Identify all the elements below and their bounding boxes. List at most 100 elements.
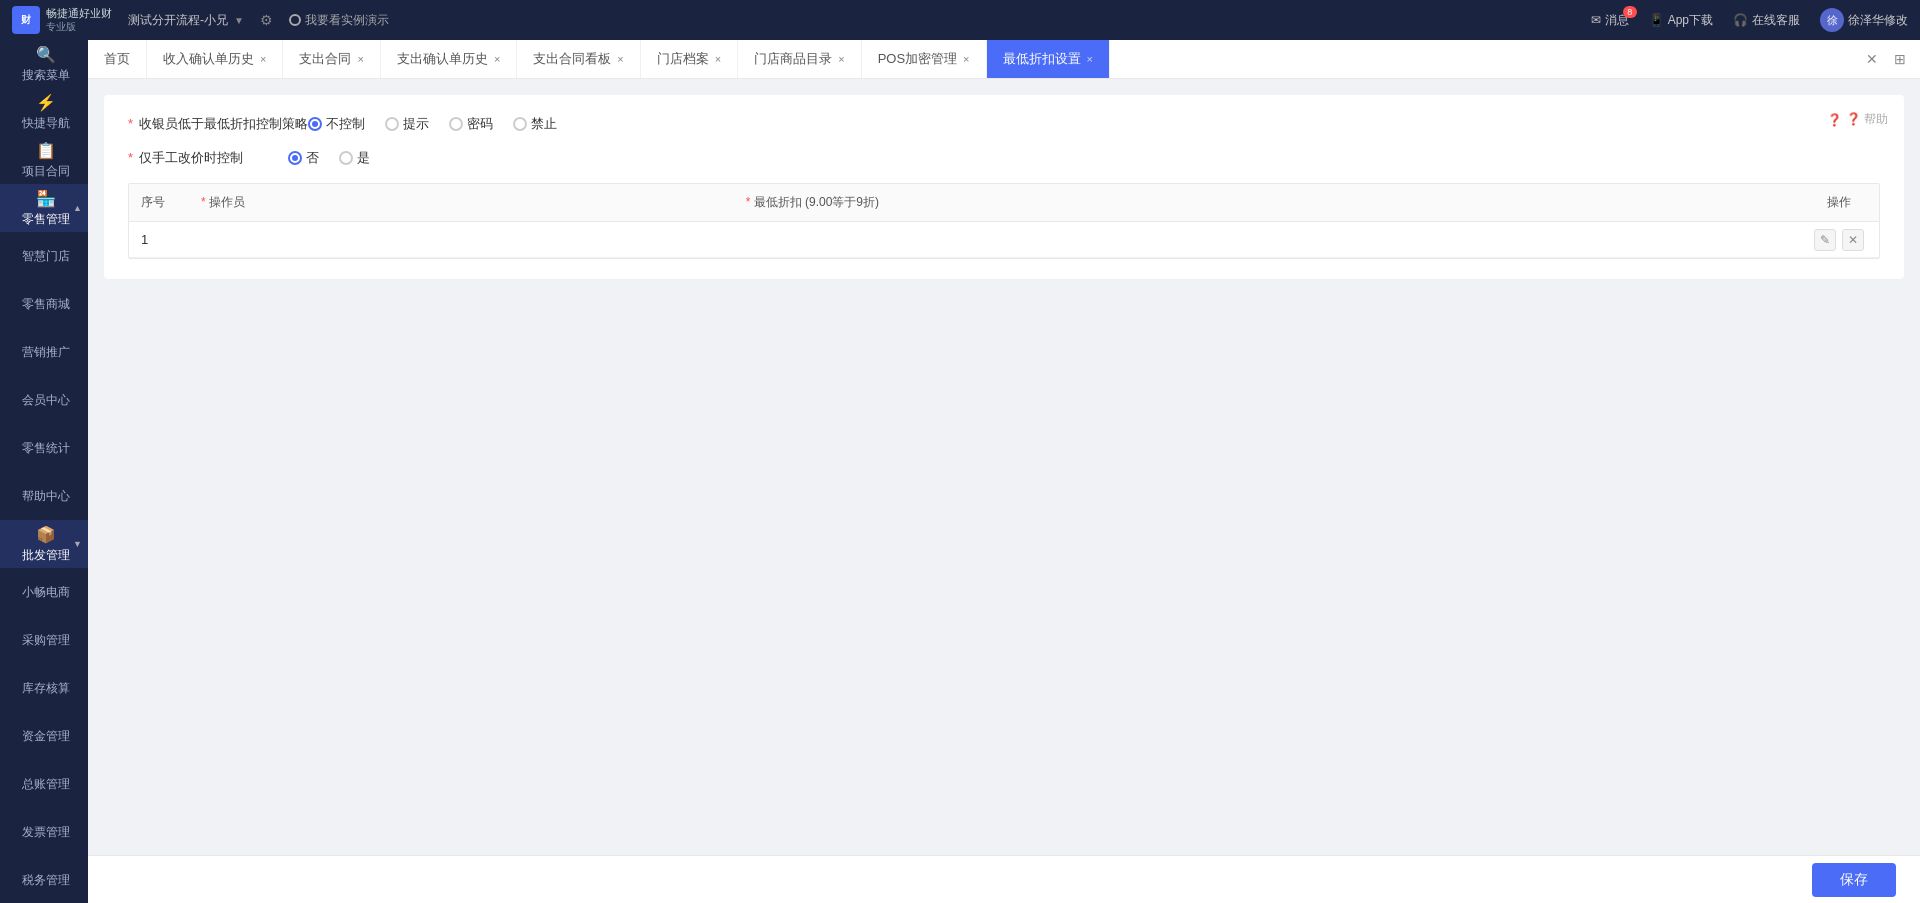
table-row: 1 ✎ ✕ xyxy=(129,222,1879,258)
sidebar-item-wholesale[interactable]: 📦 批发管理 ▼ xyxy=(0,520,88,568)
tab-payment-board[interactable]: 支出合同看板 × xyxy=(517,40,640,78)
sidebar-item-member[interactable]: 会员中心 xyxy=(0,376,88,424)
manual-form-row: * 仅手工改价时控制 否 是 xyxy=(128,149,1880,167)
sidebar-item-ledger[interactable]: 总账管理 xyxy=(0,760,88,808)
discount-table: 序号 * 操作员 * 最低折扣 (9.00等于9折) 操作 1 xyxy=(128,183,1880,259)
delete-button[interactable]: ✕ xyxy=(1842,229,1864,251)
sidebar-item-marketing[interactable]: 营销推广 xyxy=(0,328,88,376)
logo: 财 畅捷通好业财 专业版 xyxy=(12,6,112,34)
sidebar-item-smart-store[interactable]: 智慧门店 xyxy=(0,232,88,280)
sidebar-item-tax[interactable]: 税务管理 xyxy=(0,856,88,903)
tab-close-icon[interactable]: × xyxy=(963,53,969,65)
tab-store-goods[interactable]: 门店商品目录 × xyxy=(738,40,861,78)
sidebar-item-ecom[interactable]: 小畅电商 xyxy=(0,568,88,616)
sidebar-item-label: 零售管理 xyxy=(22,211,70,228)
radio-label: 是 xyxy=(357,149,370,167)
radio-label: 密码 xyxy=(467,115,493,133)
td-discount xyxy=(734,234,1799,246)
tab-min-discount[interactable]: 最低折扣设置 × xyxy=(987,40,1110,78)
tab-close-icon[interactable]: × xyxy=(494,53,500,65)
avatar: 徐 xyxy=(1820,8,1844,32)
help-label: ❓ 帮助 xyxy=(1846,111,1888,128)
sidebar-item-label: 零售统计 xyxy=(22,440,70,457)
sidebar-item-finance[interactable]: 资金管理 xyxy=(0,712,88,760)
manual-radio-group: 否 是 xyxy=(288,149,370,167)
tab-payment-contract[interactable]: 支出合同 × xyxy=(283,40,380,78)
tab-label: 最低折扣设置 xyxy=(1003,50,1081,68)
sidebar-item-stats[interactable]: 零售统计 xyxy=(0,424,88,472)
customer-service-button[interactable]: 🎧 在线客服 xyxy=(1733,12,1800,29)
sidebar-item-invoice[interactable]: 发票管理 xyxy=(0,808,88,856)
project-name: 测试分开流程-小兄 xyxy=(128,12,228,29)
tab-income-history[interactable]: 收入确认单历史 × xyxy=(147,40,283,78)
demo-icon xyxy=(289,14,301,26)
tab-home[interactable]: 首页 xyxy=(88,40,147,78)
sidebar-item-mall[interactable]: 零售商城 xyxy=(0,280,88,328)
sidebar-item-label: 发票管理 xyxy=(22,824,70,841)
edit-button[interactable]: ✎ xyxy=(1814,229,1836,251)
policy-no-control[interactable]: 不控制 xyxy=(308,115,365,133)
message-icon: ✉ xyxy=(1591,13,1601,27)
sidebar-item-label: 总账管理 xyxy=(22,776,70,793)
tab-close-icon[interactable]: × xyxy=(1087,53,1093,65)
tab-expand-icon[interactable]: ⊞ xyxy=(1888,47,1912,71)
demo-button[interactable]: 我要看实例演示 xyxy=(289,12,389,29)
td-seq: 1 xyxy=(129,226,189,253)
message-button[interactable]: ✉ 消息 8 xyxy=(1591,12,1629,29)
sidebar-item-label: 采购管理 xyxy=(22,632,70,649)
project-selector[interactable]: 测试分开流程-小兄 ▼ xyxy=(128,12,244,29)
tab-close-all-icon[interactable]: ✕ xyxy=(1860,47,1884,71)
policy-remind[interactable]: 提示 xyxy=(385,115,429,133)
app-icon: 📱 xyxy=(1649,13,1664,27)
save-button[interactable]: 保存 xyxy=(1812,863,1896,897)
radio-icon xyxy=(513,117,527,131)
tab-close-icon[interactable]: × xyxy=(260,53,266,65)
retail-icon: 🏪 xyxy=(36,189,56,208)
tab-payment-confirm[interactable]: 支出确认单历史 × xyxy=(381,40,517,78)
sidebar-item-label: 小畅电商 xyxy=(22,584,70,601)
sidebar-item-retail[interactable]: 🏪 零售管理 ▲ xyxy=(0,184,88,232)
tab-pos-password[interactable]: POS加密管理 × xyxy=(862,40,987,78)
sidebar-item-label: 批发管理 xyxy=(22,547,70,564)
policy-password[interactable]: 密码 xyxy=(449,115,493,133)
top-bar-right: ✉ 消息 8 📱 App下载 🎧 在线客服 徐 徐泽华修改 xyxy=(1591,8,1908,32)
settings-icon[interactable]: ⚙ xyxy=(260,12,273,28)
sidebar-item-quick[interactable]: ⚡ 快捷导航 xyxy=(0,88,88,136)
sidebar-item-search[interactable]: 🔍 搜索菜单 xyxy=(0,40,88,88)
tab-bar-actions: ✕ ⊞ xyxy=(1852,47,1920,71)
manual-no[interactable]: 否 xyxy=(288,149,319,167)
tab-close-icon[interactable]: × xyxy=(838,53,844,65)
sidebar-item-inventory[interactable]: 库存核算 xyxy=(0,664,88,712)
sidebar-item-label: 搜索菜单 xyxy=(22,67,70,84)
logo-sub: 专业版 xyxy=(46,20,112,34)
sidebar-item-help[interactable]: 帮助中心 xyxy=(0,472,88,520)
top-bar: 财 畅捷通好业财 专业版 测试分开流程-小兄 ▼ ⚙ 我要看实例演示 ✉ 消息 … xyxy=(0,0,1920,40)
tab-close-icon[interactable]: × xyxy=(617,53,623,65)
help-link[interactable]: ❓ ❓ 帮助 xyxy=(1827,111,1888,128)
tab-store-file[interactable]: 门店档案 × xyxy=(641,40,738,78)
page-content: ❓ ❓ 帮助 * 收银员低于最低折扣控制策略 不控制 xyxy=(88,79,1920,855)
policy-radio-group: 不控制 提示 密码 禁止 xyxy=(308,115,557,133)
policy-form-row: * 收银员低于最低折扣控制策略 不控制 提示 xyxy=(128,115,1880,133)
sidebar-item-project[interactable]: 📋 项目合同 xyxy=(0,136,88,184)
manual-yes[interactable]: 是 xyxy=(339,149,370,167)
tab-label: 支出合同 xyxy=(299,50,351,68)
required-star: * xyxy=(128,116,133,131)
app-download-button[interactable]: 📱 App下载 xyxy=(1649,12,1713,29)
wholesale-icon: 📦 xyxy=(36,525,56,544)
tab-label: 支出合同看板 xyxy=(533,50,611,68)
radio-icon xyxy=(339,151,353,165)
user-avatar-button[interactable]: 徐 徐泽华修改 xyxy=(1820,8,1908,32)
td-action: ✎ ✕ xyxy=(1799,223,1879,257)
tab-close-icon[interactable]: × xyxy=(715,53,721,65)
policy-forbid[interactable]: 禁止 xyxy=(513,115,557,133)
tab-close-icon[interactable]: × xyxy=(357,53,363,65)
sidebar-item-label: 营销推广 xyxy=(22,344,70,361)
radio-icon xyxy=(385,117,399,131)
th-seq: 序号 xyxy=(129,184,189,221)
bottom-bar: 保存 xyxy=(88,855,1920,903)
sidebar-item-label: 零售商城 xyxy=(22,296,70,313)
sidebar-item-label: 智慧门店 xyxy=(22,248,70,265)
sidebar-item-purchase[interactable]: 采购管理 xyxy=(0,616,88,664)
project-icon: 📋 xyxy=(36,141,56,160)
